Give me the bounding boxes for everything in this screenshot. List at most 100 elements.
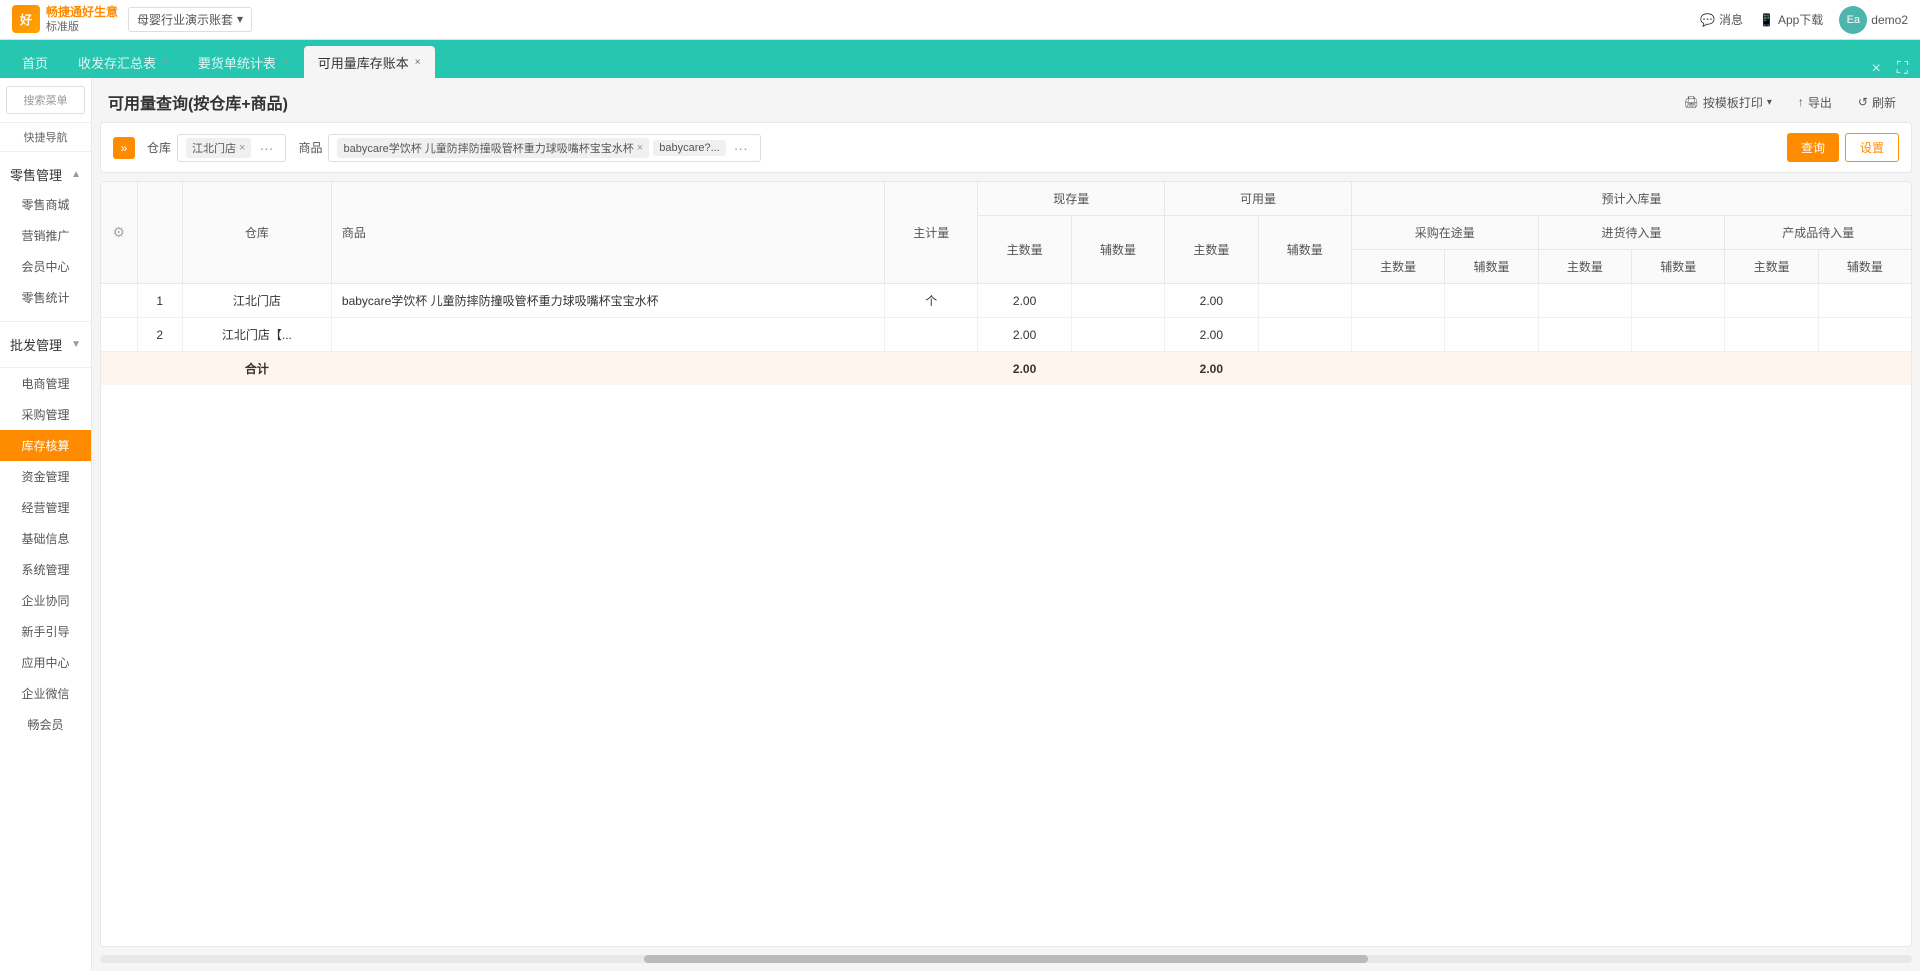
- page-title: 可用量查询(按仓库+商品): [108, 90, 288, 114]
- top-bar: 好 畅捷通好生意 标准版 母婴行业演示账套 ▾ 💬 消息 📱 App下载 Ea …: [0, 0, 1920, 40]
- sidebar-item-purchase[interactable]: 采购管理: [0, 399, 91, 430]
- section-wholesale-arrow: ▼: [71, 339, 81, 350]
- close-order-stats-icon[interactable]: ×: [282, 57, 288, 68]
- logo-area: 好 畅捷通好生意 标准版: [12, 5, 118, 35]
- tab-order-stats-label: 要货单统计表: [198, 53, 276, 72]
- app-download-label: App下载: [1778, 11, 1823, 28]
- product-tag2: babycare?...: [653, 140, 726, 156]
- close-all-tabs-btn[interactable]: ×: [1867, 60, 1884, 78]
- cell-stock-sub-1: [1071, 318, 1164, 352]
- close-receipts-icon[interactable]: ×: [162, 57, 168, 68]
- product-more-btn[interactable]: ···: [730, 140, 752, 156]
- cell-available-sub-1: [1258, 318, 1351, 352]
- sidebar-item-finance[interactable]: 资金管理: [0, 461, 91, 492]
- sidebar-item-basic[interactable]: 基础信息: [0, 523, 91, 554]
- sidebar-item-inventory[interactable]: 库存核算: [0, 430, 91, 461]
- industry-label: 母婴行业演示账套: [137, 11, 233, 28]
- cell-purchase-main-0: [1351, 284, 1444, 318]
- table-row: 2 江北门店【... 2.00 2.00: [101, 318, 1911, 352]
- warehouse-input[interactable]: 江北门店 × ···: [177, 134, 286, 162]
- product-tag: babycare学饮杯 儿童防摔防撞吸管杯重力球吸嘴杯宝宝水杯 ×: [337, 138, 649, 158]
- tab-available-stock[interactable]: 可用量库存账本 ×: [304, 46, 435, 78]
- footer-label: 合计: [182, 352, 331, 386]
- scrollbar-track: [100, 955, 1912, 963]
- message-label: 消息: [1719, 11, 1743, 28]
- section-retail: 零售管理 ▲ 零售商城 营销推广 会员中心 零售统计: [0, 152, 91, 322]
- print-btn[interactable]: 🖨 按模板打印: [1676, 91, 1780, 114]
- th-production-sub: 辅数量: [1818, 250, 1911, 284]
- section-wholesale-header[interactable]: 批发管理 ▼: [0, 330, 91, 359]
- cell-production-main-1: [1725, 318, 1818, 352]
- logo-sub: 标准版: [46, 20, 118, 34]
- sidebar-item-retail-stats[interactable]: 零售统计: [0, 282, 91, 313]
- sidebar-item-operations[interactable]: 经营管理: [0, 492, 91, 523]
- quick-nav-btn[interactable]: 快捷导航: [0, 123, 91, 152]
- settings-btn[interactable]: 设置: [1845, 133, 1899, 162]
- app-icon: 📱: [1759, 13, 1774, 27]
- user-info[interactable]: Ea demo2: [1839, 6, 1908, 34]
- sidebar-item-system[interactable]: 系统管理: [0, 554, 91, 585]
- warehouse-remove-btn[interactable]: ×: [239, 142, 245, 154]
- sidebar-item-wechat[interactable]: 企业微信: [0, 678, 91, 709]
- refresh-label: 刷新: [1872, 94, 1896, 111]
- th-available-sub: 辅数量: [1258, 216, 1351, 284]
- tab-receipts-label: 收发存汇总表: [78, 53, 156, 72]
- th-stock-main: 主数量: [978, 216, 1071, 284]
- fullscreen-btn[interactable]: ⛶: [1893, 60, 1912, 78]
- top-bar-left: 好 畅捷通好生意 标准版 母婴行业演示账套 ▾: [12, 5, 252, 35]
- message-btn[interactable]: 💬 消息: [1700, 11, 1743, 28]
- tab-order-stats[interactable]: 要货单统计表 ×: [184, 46, 302, 78]
- product-filter: 商品 babycare学饮杯 儿童防摔防撞吸管杯重力球吸嘴杯宝宝水杯 × bab…: [298, 134, 760, 162]
- filter-expand-btn[interactable]: »: [113, 137, 135, 159]
- th-index: [137, 182, 182, 284]
- refresh-btn[interactable]: ↺ 刷新: [1850, 91, 1904, 114]
- sidebar-item-marketing[interactable]: 营销推广: [0, 220, 91, 251]
- product-input[interactable]: babycare学饮杯 儿童防摔防撞吸管杯重力球吸嘴杯宝宝水杯 × babyca…: [328, 134, 760, 162]
- filter-bar: » 仓库 江北门店 × ··· 商品 babycare学饮杯 儿童防摔防撞吸管杯…: [100, 122, 1912, 173]
- tab-receipts[interactable]: 收发存汇总表 ×: [64, 46, 182, 78]
- cell-settings-1: [101, 318, 137, 352]
- query-btn[interactable]: 查询: [1787, 133, 1839, 162]
- section-retail-label: 零售管理: [10, 165, 62, 184]
- tab-available-stock-label: 可用量库存账本: [318, 53, 409, 72]
- cell-stock-main-0: 2.00: [978, 284, 1071, 318]
- warehouse-tag: 江北门店 ×: [186, 138, 251, 158]
- cell-index-0: 1: [137, 284, 182, 318]
- export-btn[interactable]: ↑ 导出: [1790, 91, 1840, 114]
- th-stock-group: 现存量: [978, 182, 1165, 216]
- close-available-stock-icon[interactable]: ×: [415, 57, 421, 68]
- scrollbar-thumb[interactable]: [644, 955, 1369, 963]
- page-header: 可用量查询(按仓库+商品) 🖨 按模板打印 ↑ 导出 ↺ 刷新: [92, 78, 1920, 122]
- main-layout: 搜索菜单 快捷导航 零售管理 ▲ 零售商城 营销推广 会员中心 零售统计 批发管…: [0, 78, 1920, 971]
- username: demo2: [1871, 13, 1908, 27]
- table-footer-row: 合计 2.00 2.00: [101, 352, 1911, 386]
- sidebar-item-vip[interactable]: 畅会员: [0, 709, 91, 740]
- cell-purchase-sub-1: [1445, 318, 1538, 352]
- cell-warehouse-0: 江北门店: [182, 284, 331, 318]
- sidebar-item-member[interactable]: 会员中心: [0, 251, 91, 282]
- section-wholesale-label: 批发管理: [10, 335, 62, 354]
- logo-title: 畅捷通好生意: [46, 5, 118, 21]
- data-table: ⚙ 仓库 商品 主计量 现存量 可用量 预计入库量 主数量 辅数量 主数量: [100, 181, 1912, 947]
- th-purchase-group: 采购在途量: [1351, 216, 1538, 250]
- warehouse-filter: 仓库 江北门店 × ···: [147, 134, 286, 162]
- column-settings-icon[interactable]: ⚙: [112, 224, 125, 240]
- th-warehouse: 仓库: [182, 182, 331, 284]
- sidebar-item-retail-shop[interactable]: 零售商城: [0, 189, 91, 220]
- app-download-btn[interactable]: 📱 App下载: [1759, 11, 1823, 28]
- warehouse-more-btn[interactable]: ···: [255, 140, 277, 156]
- tab-home[interactable]: 首页: [8, 46, 62, 78]
- sidebar-item-appstore[interactable]: 应用中心: [0, 647, 91, 678]
- search-menu-btn[interactable]: 搜索菜单: [6, 86, 85, 114]
- sidebar-item-enterprise[interactable]: 企业协同: [0, 585, 91, 616]
- cell-available-sub-0: [1258, 284, 1351, 318]
- th-purchase-main: 主数量: [1351, 250, 1444, 284]
- sidebar-item-guide[interactable]: 新手引导: [0, 616, 91, 647]
- industry-select[interactable]: 母婴行业演示账套 ▾: [128, 7, 252, 32]
- section-retail-header[interactable]: 零售管理 ▲: [0, 160, 91, 189]
- product-tag2-value: babycare?...: [659, 142, 720, 154]
- dropdown-icon: ▾: [237, 12, 243, 26]
- cell-inbound-sub-1: [1632, 318, 1725, 352]
- sidebar-item-ecommerce[interactable]: 电商管理: [0, 368, 91, 399]
- product-remove-btn[interactable]: ×: [637, 142, 643, 154]
